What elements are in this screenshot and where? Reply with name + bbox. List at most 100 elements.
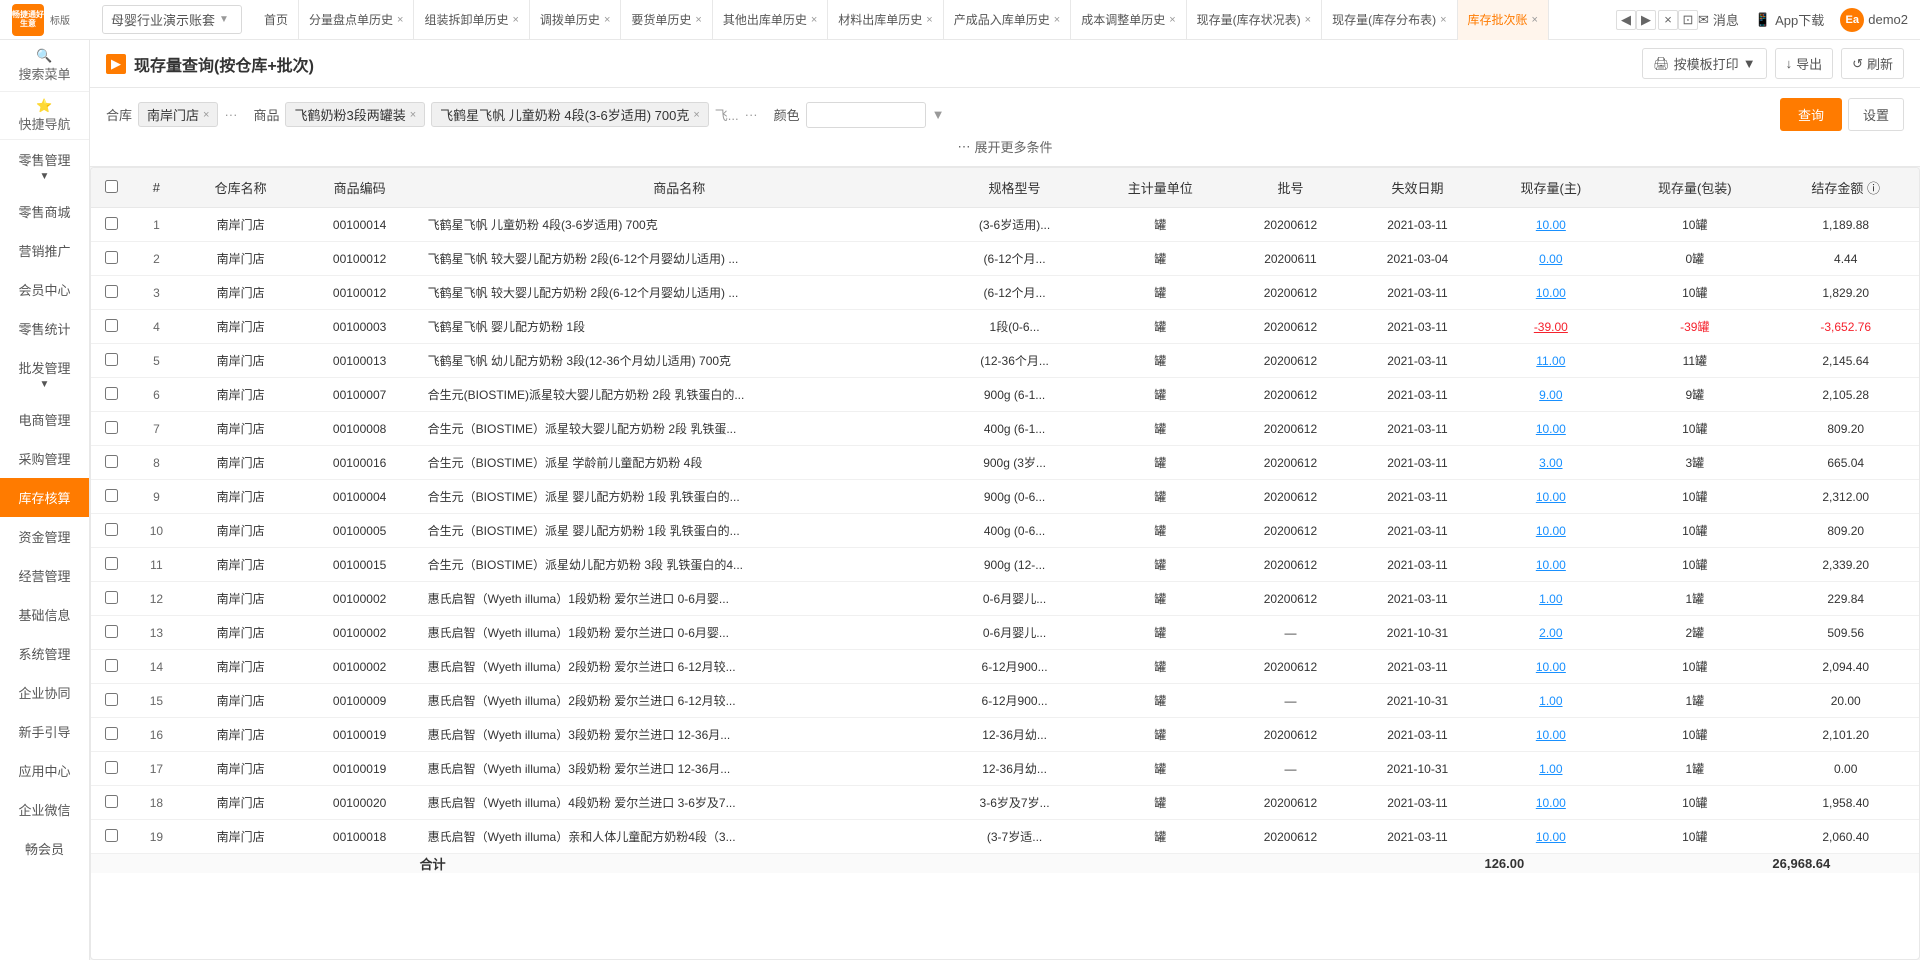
tab-close-icon[interactable]: × (1054, 14, 1060, 26)
cell-checkbox[interactable] (91, 820, 131, 854)
tab-close-icon[interactable]: × (695, 14, 701, 26)
row-checkbox[interactable] (105, 285, 118, 298)
row-checkbox[interactable] (105, 625, 118, 638)
tab-产成品入库单历史[interactable]: 产成品入库单历史 × (944, 0, 1071, 40)
cell-qty-main[interactable]: 1.00 (1484, 582, 1617, 616)
cell-checkbox[interactable] (91, 786, 131, 820)
cell-checkbox[interactable] (91, 514, 131, 548)
sidebar-item-retail-shop[interactable]: 零售商城 (0, 192, 89, 231)
row-checkbox[interactable] (105, 421, 118, 434)
row-checkbox[interactable] (105, 659, 118, 672)
tab-close-icon[interactable]: × (1305, 14, 1311, 26)
row-checkbox[interactable] (105, 251, 118, 264)
sidebar-item-enterprise[interactable]: 企业协同 (0, 673, 89, 712)
print-btn[interactable]: 🖨 按模板打印 ▼ (1642, 48, 1766, 79)
cell-qty-main[interactable]: 10.00 (1484, 514, 1617, 548)
export-btn[interactable]: ↓ 导出 (1775, 48, 1834, 79)
tab-close-icon[interactable]: × (926, 14, 932, 26)
cell-qty-main[interactable]: -39.00 (1484, 310, 1617, 344)
cell-qty-main[interactable]: 11.00 (1484, 344, 1617, 378)
row-checkbox[interactable] (105, 353, 118, 366)
row-checkbox[interactable] (105, 523, 118, 536)
cell-checkbox[interactable] (91, 378, 131, 412)
sidebar-toggle-btn[interactable]: ▶ (106, 54, 126, 74)
cell-checkbox[interactable] (91, 276, 131, 310)
tab-nav-prev[interactable]: ◀ (1616, 10, 1636, 30)
tab-close-icon[interactable]: × (1532, 14, 1538, 26)
cell-checkbox[interactable] (91, 242, 131, 276)
tab-成本调整单历史[interactable]: 成本调整单历史 × (1071, 0, 1186, 40)
color-input[interactable] (806, 102, 926, 128)
goods-tag-2-close-icon[interactable]: × (693, 109, 699, 121)
sidebar-item-guide[interactable]: 新手引导 (0, 712, 89, 751)
cell-checkbox[interactable] (91, 310, 131, 344)
tab-库存批次账[interactable]: 库存批次账 × (1458, 0, 1549, 40)
warehouse-tag-close-icon[interactable]: × (203, 109, 209, 121)
row-checkbox[interactable] (105, 761, 118, 774)
cell-qty-main[interactable]: 1.00 (1484, 684, 1617, 718)
query-button[interactable]: 查询 (1780, 98, 1842, 131)
cell-checkbox[interactable] (91, 752, 131, 786)
cell-checkbox[interactable] (91, 548, 131, 582)
tab-home[interactable]: 首页 (254, 0, 299, 40)
quick-nav-btn[interactable]: ⭐ 快捷导航 (0, 92, 89, 140)
row-checkbox[interactable] (105, 591, 118, 604)
tab-close-icon[interactable]: × (1169, 14, 1175, 26)
cell-checkbox[interactable] (91, 412, 131, 446)
row-checkbox[interactable] (105, 693, 118, 706)
sidebar-item-ecommerce[interactable]: 电商管理 (0, 400, 89, 439)
cell-qty-main[interactable]: 10.00 (1484, 208, 1617, 242)
cell-qty-main[interactable]: 10.00 (1484, 650, 1617, 684)
cell-checkbox[interactable] (91, 446, 131, 480)
tab-其他出库单历史[interactable]: 其他出库单历史 × (713, 0, 828, 40)
tab-组装拆卸单历史[interactable]: 组装拆卸单历史 × (414, 0, 529, 40)
tab-要货单历史[interactable]: 要货单历史 × (621, 0, 712, 40)
sidebar-item-basic-info[interactable]: 基础信息 (0, 595, 89, 634)
tab-分量盘点单历史[interactable]: 分量盘点单历史 × (299, 0, 414, 40)
sidebar-item-marketing[interactable]: 营销推广 (0, 231, 89, 270)
cell-qty-main[interactable]: 3.00 (1484, 446, 1617, 480)
sidebar-item-wholesale-mgmt[interactable]: 批发管理 ▼ (0, 348, 89, 400)
goods-ellipsis[interactable]: ··· (745, 107, 758, 122)
expand-more-btn[interactable]: ⋯ 展开更多条件 (957, 137, 1052, 156)
row-checkbox[interactable] (105, 489, 118, 502)
row-checkbox[interactable] (105, 319, 118, 332)
cell-qty-main[interactable]: 10.00 (1484, 820, 1617, 854)
cell-checkbox[interactable] (91, 208, 131, 242)
select-all-checkbox[interactable] (105, 180, 118, 193)
tab-close-icon[interactable]: × (811, 14, 817, 26)
cell-checkbox[interactable] (91, 344, 131, 378)
cell-qty-main[interactable]: 10.00 (1484, 412, 1617, 446)
refresh-btn[interactable]: ↺ 刷新 (1841, 48, 1904, 79)
settings-button[interactable]: 设置 (1848, 98, 1904, 131)
sidebar-item-member[interactable]: 畅会员 (0, 829, 89, 868)
msg-btn[interactable]: ✉ 消息 (1698, 10, 1739, 29)
goods-tag-1[interactable]: 飞鹤奶粉3段两罐装 × (285, 102, 425, 127)
sidebar-item-inventory[interactable]: 库存核算 (0, 478, 89, 517)
cell-checkbox[interactable] (91, 650, 131, 684)
cell-qty-main[interactable]: 10.00 (1484, 718, 1617, 752)
tab-close-icon[interactable]: × (1440, 14, 1446, 26)
tab-现存量库存分布表[interactable]: 现存量(库存分布表) × (1322, 0, 1457, 40)
user-avatar[interactable]: Ea demo2 (1840, 8, 1908, 32)
tab-close-all[interactable]: × (1658, 10, 1678, 30)
goods-more-icon[interactable]: 飞... (715, 105, 739, 124)
cell-checkbox[interactable] (91, 684, 131, 718)
industry-selector[interactable]: 母婴行业演示账套 ▼ (102, 5, 242, 34)
row-checkbox[interactable] (105, 455, 118, 468)
goods-tag-2[interactable]: 飞鹤星飞帆 儿童奶粉 4段(3-6岁适用) 700克 × (431, 102, 709, 127)
cell-checkbox[interactable] (91, 582, 131, 616)
row-checkbox[interactable] (105, 795, 118, 808)
tab-close-icon[interactable]: × (512, 14, 518, 26)
cell-qty-main[interactable]: 2.00 (1484, 616, 1617, 650)
sidebar-item-finance[interactable]: 资金管理 (0, 517, 89, 556)
cell-qty-main[interactable]: 10.00 (1484, 480, 1617, 514)
cell-qty-main[interactable]: 10.00 (1484, 786, 1617, 820)
row-checkbox[interactable] (105, 387, 118, 400)
tab-close-icon[interactable]: × (604, 14, 610, 26)
goods-tag-1-close-icon[interactable]: × (410, 109, 416, 121)
sidebar-item-wechat[interactable]: 企业微信 (0, 790, 89, 829)
tab-材料出库单历史[interactable]: 材料出库单历史 × (828, 0, 943, 40)
tab-nav-next[interactable]: ▶ (1636, 10, 1656, 30)
warehouse-more-icon[interactable]: ··· (224, 107, 237, 122)
